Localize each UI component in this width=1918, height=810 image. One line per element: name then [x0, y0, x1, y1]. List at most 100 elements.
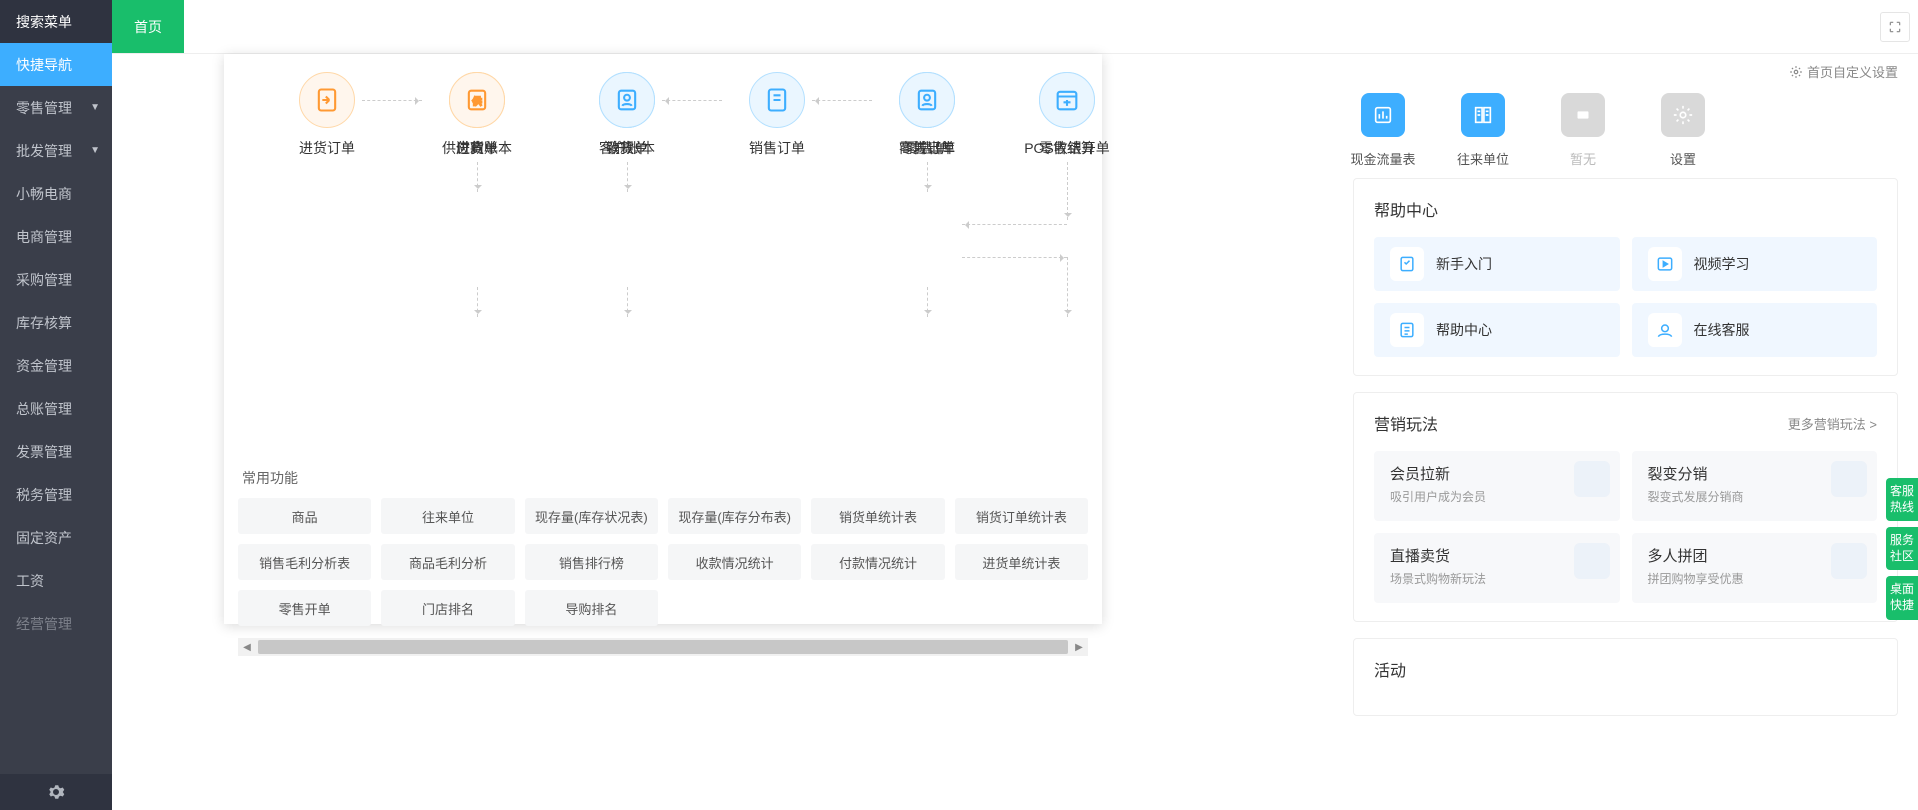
help-item-icon [1390, 313, 1424, 347]
marketing-item[interactable]: 直播卖货场景式购物新玩法 [1374, 533, 1620, 603]
common-function-button[interactable]: 门店排名 [381, 590, 514, 626]
sidebar-item-ecommerce[interactable]: 电商管理 [0, 215, 112, 258]
help-item[interactable]: 在线客服 [1632, 303, 1878, 357]
sidebar-item-quicknav[interactable]: 快捷导航 [0, 43, 112, 86]
tab-home[interactable]: 首页 [112, 0, 184, 53]
common-function-button[interactable]: 进货单统计表 [955, 544, 1088, 580]
doc-icon [749, 72, 805, 128]
sidebar-item-fixedasset[interactable]: 固定资产 [0, 516, 112, 559]
sidebar-item-ledger[interactable]: 总账管理 [0, 387, 112, 430]
expand-icon [1888, 20, 1902, 34]
float-desktop[interactable]: 桌面快捷 [1886, 576, 1918, 619]
float-community[interactable]: 服务社区 [1886, 527, 1918, 570]
arrow [962, 224, 1067, 225]
shortcut-item[interactable]: 现金流量表 [1353, 93, 1413, 168]
home-customize-link[interactable]: 首页自定义设置 [1353, 62, 1898, 81]
svg-text:供: 供 [472, 96, 481, 107]
sidebar-item-operation[interactable]: 经营管理 [0, 602, 112, 645]
common-function-button[interactable]: 现存量(库存状况表) [525, 498, 658, 534]
fullscreen-button[interactable] [1880, 12, 1910, 42]
help-panel: 帮助中心 新手入门视频学习帮助中心在线客服 [1353, 178, 1898, 376]
sidebar-item-invoice[interactable]: 发票管理 [0, 430, 112, 473]
arrow [927, 287, 928, 317]
help-item[interactable]: 新手入门 [1374, 237, 1620, 291]
link-label: 首页自定义设置 [1807, 62, 1898, 81]
common-functions-title: 常用功能 [242, 468, 1094, 488]
marketing-title: 会员拉新 [1390, 463, 1604, 484]
tabbar: 首页 [112, 0, 1918, 54]
doc-in-icon [299, 72, 355, 128]
panel-title: 营销玩法 [1374, 411, 1438, 435]
flow-label: 客户账本 [552, 138, 702, 158]
user-doc-icon [599, 72, 655, 128]
sidebar-item-xiaochang[interactable]: 小畅电商 [0, 172, 112, 215]
sidebar-item-wholesale[interactable]: 批发管理▼ [0, 129, 112, 172]
shortcut-icon [1461, 93, 1505, 137]
sidebar-search[interactable]: 搜索菜单 [0, 0, 112, 43]
flow-label: 供应商账本 [402, 138, 552, 158]
help-item-label: 帮助中心 [1436, 320, 1492, 340]
shortcut-item[interactable]: 暂无 [1553, 93, 1613, 168]
chevron-down-icon: ▼ [90, 102, 100, 113]
common-function-button[interactable]: 付款情况统计 [811, 544, 944, 580]
scroll-thumb[interactable] [258, 640, 1068, 654]
shortcut-icon [1361, 93, 1405, 137]
scroll-left-icon[interactable]: ◀ [238, 642, 256, 653]
help-item[interactable]: 视频学习 [1632, 237, 1878, 291]
common-function-button[interactable]: 商品毛利分析 [381, 544, 514, 580]
panel-title: 活动 [1374, 657, 1406, 681]
help-item-icon [1648, 313, 1682, 347]
marketing-title: 裂变分销 [1648, 463, 1862, 484]
sidebar-item-label: 批发管理 [16, 141, 72, 161]
flow-node-supplier-book[interactable]: 供供应商账本 [402, 72, 552, 158]
common-function-button[interactable]: 导购排名 [525, 590, 658, 626]
flow-node-customer-book[interactable]: 客户账本 [552, 72, 702, 158]
sidebar-settings[interactable] [0, 774, 112, 810]
common-function-button[interactable]: 零售开单 [238, 590, 371, 626]
user-doc-icon [899, 72, 955, 128]
flow-node-retail-out[interactable]: 零售出库 [852, 72, 1002, 158]
common-function-button[interactable]: 现存量(库存分布表) [668, 498, 801, 534]
sidebar-item-inventory[interactable]: 库存核算 [0, 301, 112, 344]
flow-node-sales-order[interactable]: 销售订单 [702, 72, 852, 158]
common-functions-grid: 商品往来单位现存量(库存状况表) 现存量(库存分布表) 销货单统计表销货订单统计表销… [232, 498, 1094, 626]
common-function-button[interactable]: 销货单统计表 [811, 498, 944, 534]
common-function-button[interactable]: 往来单位 [381, 498, 514, 534]
flow-label: 进货订单 [252, 138, 402, 158]
common-function-button[interactable]: 销货订单统计表 [955, 498, 1088, 534]
help-item-icon [1648, 247, 1682, 281]
sidebar-item-salary[interactable]: 工资 [0, 559, 112, 602]
arrow [477, 287, 478, 317]
help-item[interactable]: 帮助中心 [1374, 303, 1620, 357]
marketing-item[interactable]: 裂变分销裂变式发展分销商 [1632, 451, 1878, 521]
scroll-right-icon[interactable]: ▶ [1070, 642, 1088, 653]
marketing-item[interactable]: 多人拼团拼团购物享受优惠 [1632, 533, 1878, 603]
marketing-subtitle: 拼团购物享受优惠 [1648, 570, 1862, 587]
sidebar-item-funds[interactable]: 资金管理 [0, 344, 112, 387]
book-icon: 供 [449, 72, 505, 128]
flow-node-retail-settle[interactable]: 零售结算 [992, 72, 1142, 158]
sidebar-item-purchase[interactable]: 采购管理 [0, 258, 112, 301]
shortcut-item[interactable]: 设置 [1653, 93, 1713, 168]
more-link[interactable]: 更多营销玩法 > [1788, 414, 1877, 433]
flow-label: 销售订单 [702, 138, 852, 158]
help-item-label: 新手入门 [1436, 254, 1492, 274]
float-hotline[interactable]: 客服热线 [1886, 478, 1918, 521]
arrow [1067, 162, 1068, 220]
horizontal-scrollbar[interactable]: ◀ ▶ [238, 638, 1088, 656]
gear-icon [1789, 65, 1803, 79]
shortcut-label: 设置 [1670, 149, 1696, 168]
arrow [1067, 257, 1068, 317]
common-function-button[interactable]: 销售毛利分析表 [238, 544, 371, 580]
scroll-track[interactable] [258, 640, 1068, 654]
shortcut-item[interactable]: 往来单位 [1453, 93, 1513, 168]
common-function-button[interactable]: 商品 [238, 498, 371, 534]
sidebar-item-retail[interactable]: 零售管理▼ [0, 86, 112, 129]
common-function-button[interactable]: 销售排行榜 [525, 544, 658, 580]
flow-node-purchase-order[interactable]: 进货订单 [252, 72, 402, 158]
arrow [627, 162, 628, 192]
common-function-button[interactable]: 收款情况统计 [668, 544, 801, 580]
marketing-item[interactable]: 会员拉新吸引用户成为会员 [1374, 451, 1620, 521]
shortcut-label: 暂无 [1570, 149, 1596, 168]
sidebar-item-tax[interactable]: 税务管理 [0, 473, 112, 516]
